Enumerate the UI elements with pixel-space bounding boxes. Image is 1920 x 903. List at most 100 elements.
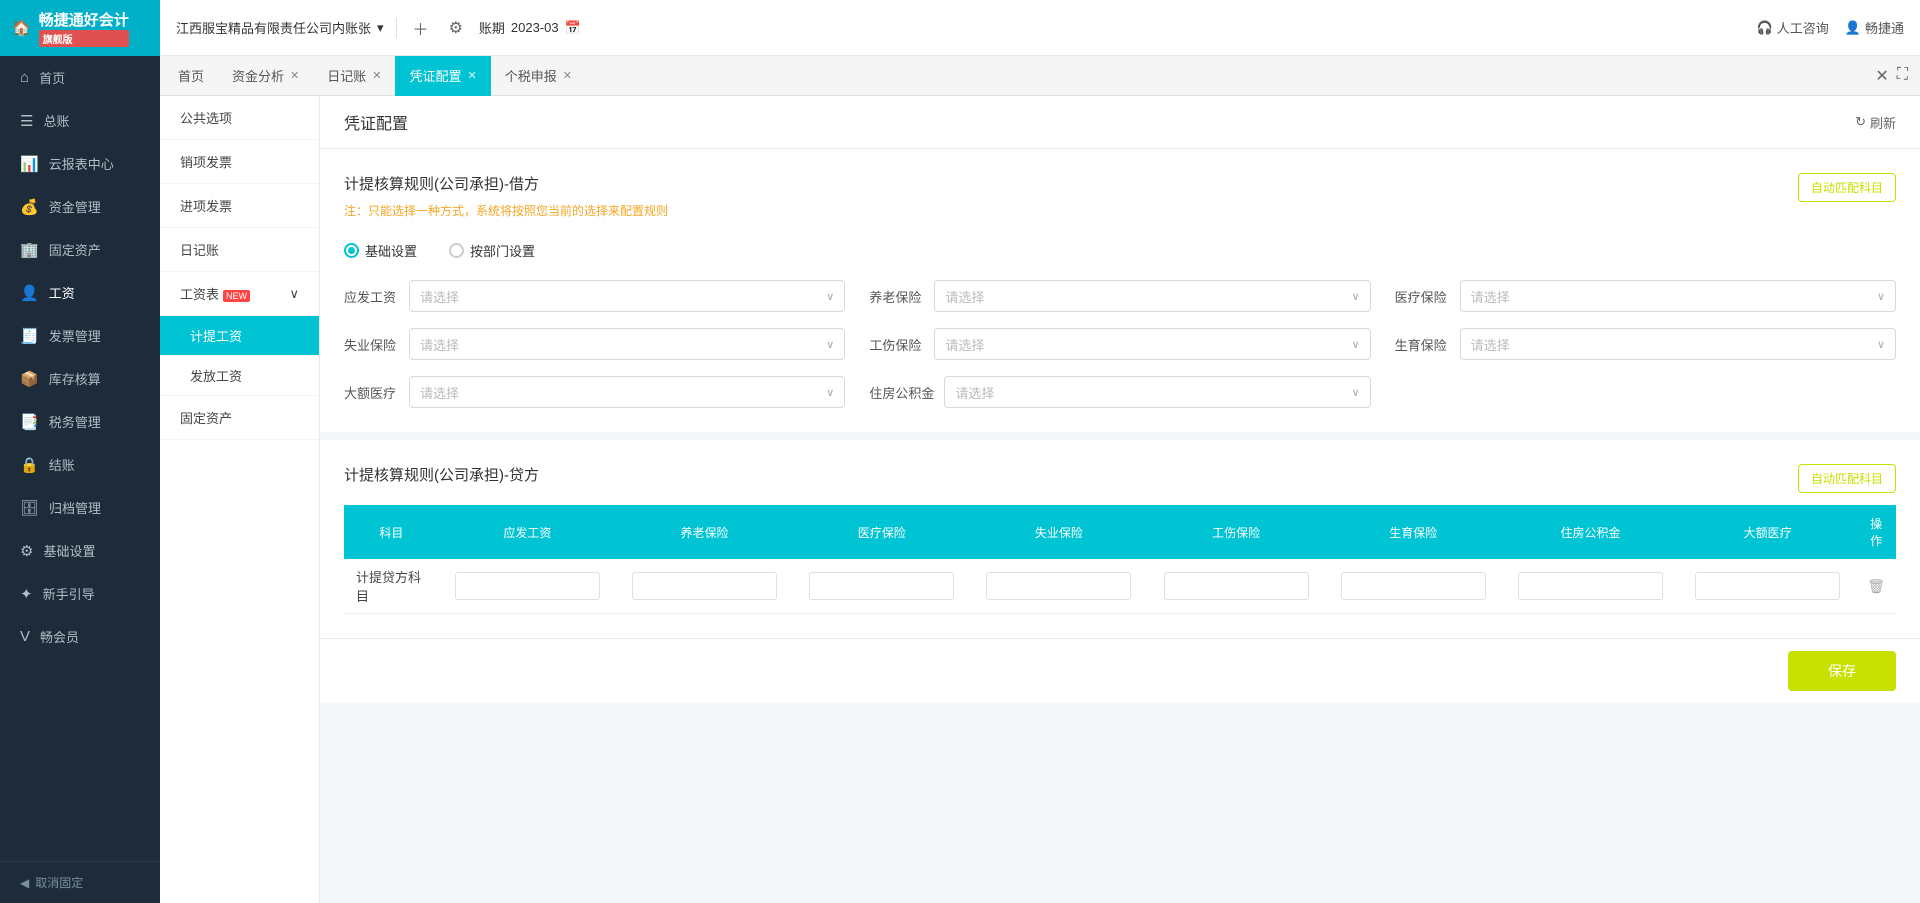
credit-section-title: 计提核算规则(公司承担)-贷方 [344, 464, 539, 485]
field-select-yfgz[interactable]: 请选择 ∨ [409, 280, 845, 312]
debit-fields-grid: 应发工资 请选择 ∨ 养老保险 请选择 ∨ 医疗 [344, 280, 1896, 408]
field-select-sybx[interactable]: 请选择 ∨ [409, 328, 845, 360]
settings-button[interactable]: ⚙ [445, 14, 467, 42]
user-avatar-icon: 👤 [1845, 20, 1861, 36]
salary-icon: 👤 [20, 284, 39, 302]
support-label: 人工咨询 [1777, 18, 1829, 37]
sidebar-item-close[interactable]: 🔒 结账 [0, 443, 160, 486]
tab-close-icon[interactable]: ✕ [372, 69, 381, 82]
tabbar-actions: ✕ ⛶ [1875, 66, 1916, 86]
field-select-dayl[interactable]: 请选择 ∨ [409, 376, 845, 408]
input-gsbx[interactable] [1164, 572, 1309, 600]
sidebar-item-settings[interactable]: ⚙ 基础设置 [0, 529, 160, 572]
company-selector[interactable]: 江西服宝精品有限责任公司内账张 ▾ [176, 18, 384, 37]
user-menu[interactable]: 👤 畅捷通 [1845, 18, 1904, 37]
menu-item-purchase-invoice[interactable]: 进项发票 [160, 184, 319, 228]
cell-sybx2[interactable] [1325, 559, 1502, 614]
tab-home[interactable]: 首页 [164, 56, 218, 96]
sidebar-item-reports[interactable]: 📊 云报表中心 [0, 142, 160, 185]
tab-close-icon[interactable]: ✕ [290, 69, 299, 82]
input-ylbx[interactable] [632, 572, 777, 600]
tab-funds[interactable]: 资金分析 ✕ [218, 56, 313, 96]
sidebar-item-archive[interactable]: 🗄 归档管理 [0, 486, 160, 529]
cell-yfgz[interactable] [439, 559, 616, 614]
field-select-sybx2[interactable]: 请选择 ∨ [1460, 328, 1896, 360]
cell-op[interactable]: 🗑 [1856, 559, 1896, 614]
sidebar-item-invoice[interactable]: 🧾 发票管理 [0, 314, 160, 357]
tab-journal[interactable]: 日记账 ✕ [313, 56, 395, 96]
input-sybx2[interactable] [1341, 572, 1486, 600]
cell-ylbx[interactable] [616, 559, 793, 614]
radio-group-debit: 基础设置 按部门设置 [344, 241, 1896, 260]
chevron-down-icon: ∨ [1352, 386, 1360, 399]
field-select-zfgjj[interactable]: 请选择 ∨ [944, 376, 1370, 408]
sidebar-item-funds[interactable]: 💰 资金管理 [0, 185, 160, 228]
delete-row-icon[interactable]: 🗑 [1867, 578, 1885, 594]
sidebar: 🏠 畅捷通好会计 旗舰版 ⌂ 首页 ☰ 总账 📊 云报表中心 💰 资金管理 🏢 … [0, 0, 160, 903]
field-select-ylbx[interactable]: 请选择 ∨ [934, 280, 1370, 312]
close-tab-button[interactable]: ✕ [1875, 66, 1888, 86]
auto-match-debit-button[interactable]: 自动匹配科目 [1798, 173, 1896, 202]
main-area: 江西服宝精品有限责任公司内账张 ▾ ＋ ⚙ 账期 2023-03 📅 🎧 人工咨… [160, 0, 1920, 903]
input-ylbx2[interactable] [809, 572, 954, 600]
expand-button[interactable]: ⛶ [1897, 66, 1908, 86]
refresh-button[interactable]: ↻ 刷新 [1855, 113, 1896, 132]
tab-close-icon[interactable]: ✕ [563, 69, 572, 82]
tab-label: 资金分析 [232, 66, 284, 85]
sidebar-item-guide[interactable]: ✦ 新手引导 [0, 572, 160, 615]
cell-sybx[interactable] [970, 559, 1147, 614]
sidebar-item-salary[interactable]: 👤 工资 [0, 271, 160, 314]
menu-item-public[interactable]: 公共选项 [160, 96, 319, 140]
col-header-yfgz: 应发工资 [439, 505, 616, 559]
page-header: 凭证配置 ↻ 刷新 [320, 96, 1920, 149]
cell-zfgjj[interactable] [1502, 559, 1679, 614]
field-select-gsbx[interactable]: 请选择 ∨ [934, 328, 1370, 360]
sidebar-item-vip[interactable]: V 畅会员 [0, 615, 160, 658]
logo-title: 畅捷通好会计 [39, 9, 129, 30]
cell-gsbx[interactable] [1147, 559, 1324, 614]
input-dayl[interactable] [1695, 572, 1840, 600]
field-select-ylbx2[interactable]: 请选择 ∨ [1460, 280, 1896, 312]
input-sybx[interactable] [986, 572, 1131, 600]
sidebar-item-assets[interactable]: 🏢 固定资产 [0, 228, 160, 271]
debit-section: 计提核算规则(公司承担)-借方 注：只能选择一种方式，系统将按照您当前的选择来配… [320, 149, 1920, 440]
chevron-down-icon: ∨ [289, 286, 299, 302]
field-select-value: 请选择 [945, 287, 984, 306]
auto-match-credit-button[interactable]: 自动匹配科目 [1798, 464, 1896, 493]
radio-basic[interactable]: 基础设置 [344, 241, 417, 260]
cancel-fixed-label: 取消固定 [35, 874, 83, 891]
save-button[interactable]: 保存 [1788, 651, 1896, 691]
menu-group-salary-header[interactable]: 工资表NEW ∨ [160, 272, 319, 316]
sidebar-item-label: 结账 [49, 455, 75, 474]
menu-item-sales-invoice[interactable]: 销项发票 [160, 140, 319, 184]
radio-circle-basic [344, 243, 359, 258]
menu-item-calc-salary[interactable]: 计提工资 [160, 316, 319, 356]
support-button[interactable]: 🎧 人工咨询 [1757, 18, 1829, 37]
settings-icon: ⚙ [20, 542, 33, 560]
tab-tax-report[interactable]: 个税申报 ✕ [491, 56, 586, 96]
sidebar-item-home[interactable]: ⌂ 首页 [0, 56, 160, 99]
tab-voucher-config[interactable]: 凭证配置 ✕ [395, 56, 490, 96]
new-badge: NEW [223, 290, 250, 302]
chevron-down-icon: ∨ [1352, 290, 1360, 303]
col-header-dayl: 大额医疗 [1679, 505, 1856, 559]
add-book-button[interactable]: ＋ [409, 12, 433, 44]
archive-icon: 🗄 [20, 499, 39, 517]
radio-dept[interactable]: 按部门设置 [449, 241, 535, 260]
sidebar-item-label: 库存核算 [49, 369, 101, 388]
tab-close-icon[interactable]: ✕ [468, 69, 477, 82]
sidebar-item-tax[interactable]: 📑 税务管理 [0, 400, 160, 443]
cell-dayl[interactable] [1679, 559, 1856, 614]
input-zfgjj[interactable] [1518, 572, 1663, 600]
menu-item-journal[interactable]: 日记账 [160, 228, 319, 272]
tabbar: 首页 资金分析 ✕ 日记账 ✕ 凭证配置 ✕ 个税申报 ✕ ✕ ⛶ [160, 56, 1920, 96]
cell-ylbx2[interactable] [793, 559, 970, 614]
sidebar-item-inventory[interactable]: 📦 库存核算 [0, 357, 160, 400]
menu-item-pay-salary[interactable]: 发放工资 [160, 356, 319, 396]
cancel-fixed-button[interactable]: ◀ 取消固定 [0, 861, 160, 903]
sidebar-item-ledger[interactable]: ☰ 总账 [0, 99, 160, 142]
left-menu: 公共选项 销项发票 进项发票 日记账 工资表NEW ∨ 计提工资 发放工资 固定… [160, 96, 320, 903]
field-row-ylbx2: 医疗保险 请选择 ∨ [1395, 280, 1896, 312]
input-yfgz[interactable] [455, 572, 600, 600]
menu-item-fixed-assets[interactable]: 固定资产 [160, 396, 319, 440]
